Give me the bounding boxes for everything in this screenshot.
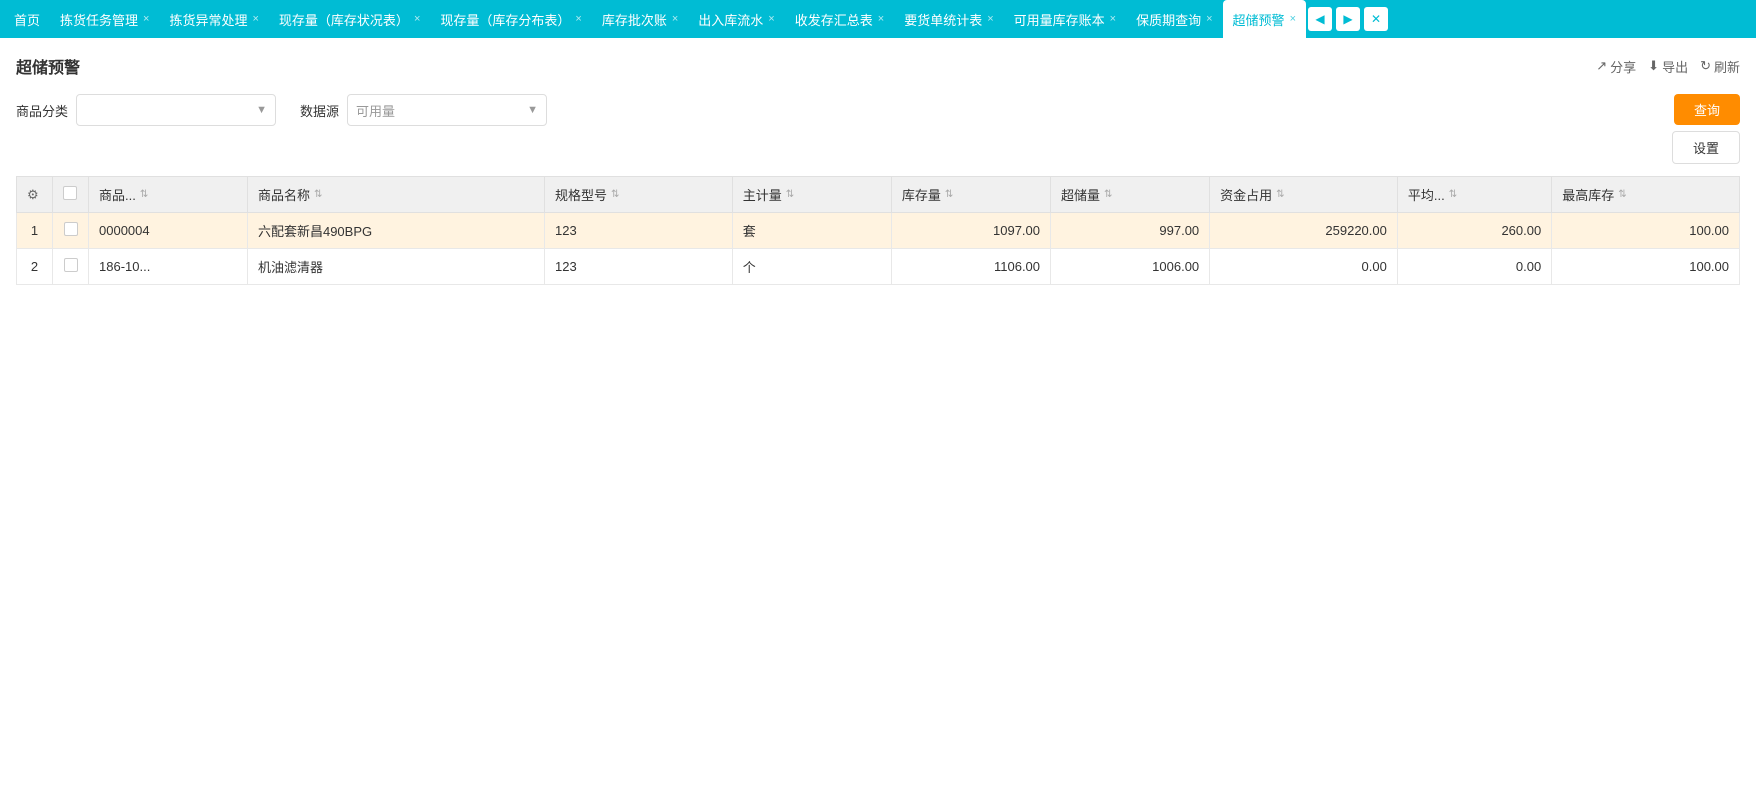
th-capital[interactable]: 资金占用 ⇅ [1210,177,1398,213]
table-row: 1 0000004 六配套新昌490BPG 123 套 1097.00 997.… [17,213,1740,249]
data-table: ⚙ 商品... ⇅ 商品名称 ⇅ [16,176,1740,285]
close-icon[interactable]: × [414,13,420,25]
row-avg: 0.00 [1397,249,1551,285]
row-avg: 260.00 [1397,213,1551,249]
header-actions: ↗ 分享 ⬇ 导出 ↻ 刷新 [1596,57,1740,76]
page-content: 超储预警 ↗ 分享 ⬇ 导出 ↻ 刷新 商品分类 ▼ [0,38,1756,800]
sort-icon: ⇅ [1276,189,1284,200]
sort-icon: ⇅ [314,189,322,200]
row-unit: 套 [732,213,891,249]
sort-icon: ⇅ [1104,189,1112,200]
nav-item-summary[interactable]: 收发存汇总表 × [785,0,894,38]
nav-item-available-ledger[interactable]: 可用量库存账本 × [1004,0,1126,38]
table-row: 2 186-10... 机油滤清器 123 个 1106.00 1006.00 … [17,249,1740,285]
row-overstock: 997.00 [1051,213,1210,249]
nav-item-stock-status[interactable]: 现存量（库存状况表） × [269,0,430,38]
share-icon: ↗ [1596,58,1607,74]
filter-left: 商品分类 ▼ 数据源 可用量 ▼ [16,94,547,126]
sort-icon: ⇅ [1449,189,1457,200]
th-max-stock[interactable]: 最高库存 ⇅ [1552,177,1740,213]
gear-icon[interactable]: ⚙ [27,187,39,202]
close-icon[interactable]: × [1290,13,1296,25]
close-icon[interactable]: × [768,13,774,25]
th-gear: ⚙ [17,177,53,213]
th-avg[interactable]: 平均... ⇅ [1397,177,1551,213]
close-icon[interactable]: × [252,13,258,25]
nav-item-flow[interactable]: 出入库流水 × [688,0,784,38]
page-header: 超储预警 ↗ 分享 ⬇ 导出 ↻ 刷新 [16,54,1740,78]
sort-icon: ⇅ [945,189,953,200]
row-capital: 259220.00 [1210,213,1398,249]
page-title: 超储预警 [16,54,80,78]
datasource-select[interactable]: 可用量 ▼ [347,94,547,126]
datasource-filter-group: 数据源 可用量 ▼ [300,94,547,126]
close-icon[interactable]: × [1110,13,1116,25]
th-spec[interactable]: 规格型号 ⇅ [545,177,733,213]
th-product-name[interactable]: 商品名称 ⇅ [247,177,544,213]
query-button[interactable]: 查询 [1674,94,1740,125]
nav-item-home[interactable]: 首页 [4,0,50,38]
chevron-down-icon: ▼ [256,104,267,116]
refresh-icon: ↻ [1700,58,1711,74]
row-stock: 1097.00 [891,213,1050,249]
row-max-stock: 100.00 [1552,249,1740,285]
row-product-name: 机油滤清器 [247,249,544,285]
nav-item-quality[interactable]: 保质期查询 × [1126,0,1222,38]
close-icon[interactable]: × [987,13,993,25]
sort-icon: ⇅ [786,189,794,200]
row-unit: 个 [732,249,891,285]
th-checkbox [53,177,89,213]
sort-icon: ⇅ [611,189,619,200]
close-icon[interactable]: × [672,13,678,25]
nav-item-exception[interactable]: 拣货异常处理 × [159,0,268,38]
row-spec: 123 [545,213,733,249]
datasource-select-value: 可用量 [356,101,395,120]
share-button[interactable]: ↗ 分享 [1596,57,1636,76]
th-unit[interactable]: 主计量 ⇅ [732,177,891,213]
row-index: 2 [17,249,53,285]
filter-area: 商品分类 ▼ 数据源 可用量 ▼ 查询 设置 [16,94,1740,164]
nav-item-stock-dist[interactable]: 现存量（库存分布表） × [430,0,591,38]
th-overstock[interactable]: 超储量 ⇅ [1051,177,1210,213]
export-button[interactable]: ⬇ 导出 [1648,57,1688,76]
row-product-code: 0000004 [89,213,248,249]
row-max-stock: 100.00 [1552,213,1740,249]
row-capital: 0.00 [1210,249,1398,285]
nav-item-overstock[interactable]: 超储预警 × [1223,0,1306,38]
close-icon[interactable]: × [575,13,581,25]
export-icon: ⬇ [1648,58,1659,74]
category-select[interactable]: ▼ [76,94,276,126]
row-checkbox[interactable] [53,249,89,285]
settings-button[interactable]: 设置 [1672,131,1740,164]
close-icon[interactable]: × [143,13,149,25]
row-index: 1 [17,213,53,249]
nav-close-button[interactable]: ✕ [1364,7,1388,31]
close-icon[interactable]: × [1206,13,1212,25]
nav-next-button[interactable]: ▶ [1336,7,1360,31]
row-stock: 1106.00 [891,249,1050,285]
row-product-name: 六配套新昌490BPG [247,213,544,249]
row-overstock: 1006.00 [1051,249,1210,285]
sort-icon: ⇅ [1618,189,1626,200]
nav-item-batch[interactable]: 库存批次账 × [592,0,688,38]
chevron-down-icon: ▼ [527,104,538,116]
category-label: 商品分类 [16,101,68,120]
row-spec: 123 [545,249,733,285]
select-all-checkbox[interactable] [63,186,77,200]
action-buttons: 查询 设置 [1672,94,1740,164]
th-product-code[interactable]: 商品... ⇅ [89,177,248,213]
close-icon[interactable]: × [878,13,884,25]
nav-bar: 首页 拣货任务管理 × 拣货异常处理 × 现存量（库存状况表） × 现存量（库存… [0,0,1756,38]
nav-prev-button[interactable]: ◀ [1308,7,1332,31]
sort-icon: ⇅ [140,189,148,200]
th-stock[interactable]: 库存量 ⇅ [891,177,1050,213]
datasource-label: 数据源 [300,101,339,120]
refresh-button[interactable]: ↻ 刷新 [1700,57,1740,76]
nav-item-order-stats[interactable]: 要货单统计表 × [894,0,1003,38]
row-checkbox[interactable] [53,213,89,249]
category-filter-group: 商品分类 ▼ [16,94,276,126]
nav-item-task[interactable]: 拣货任务管理 × [50,0,159,38]
row-product-code: 186-10... [89,249,248,285]
